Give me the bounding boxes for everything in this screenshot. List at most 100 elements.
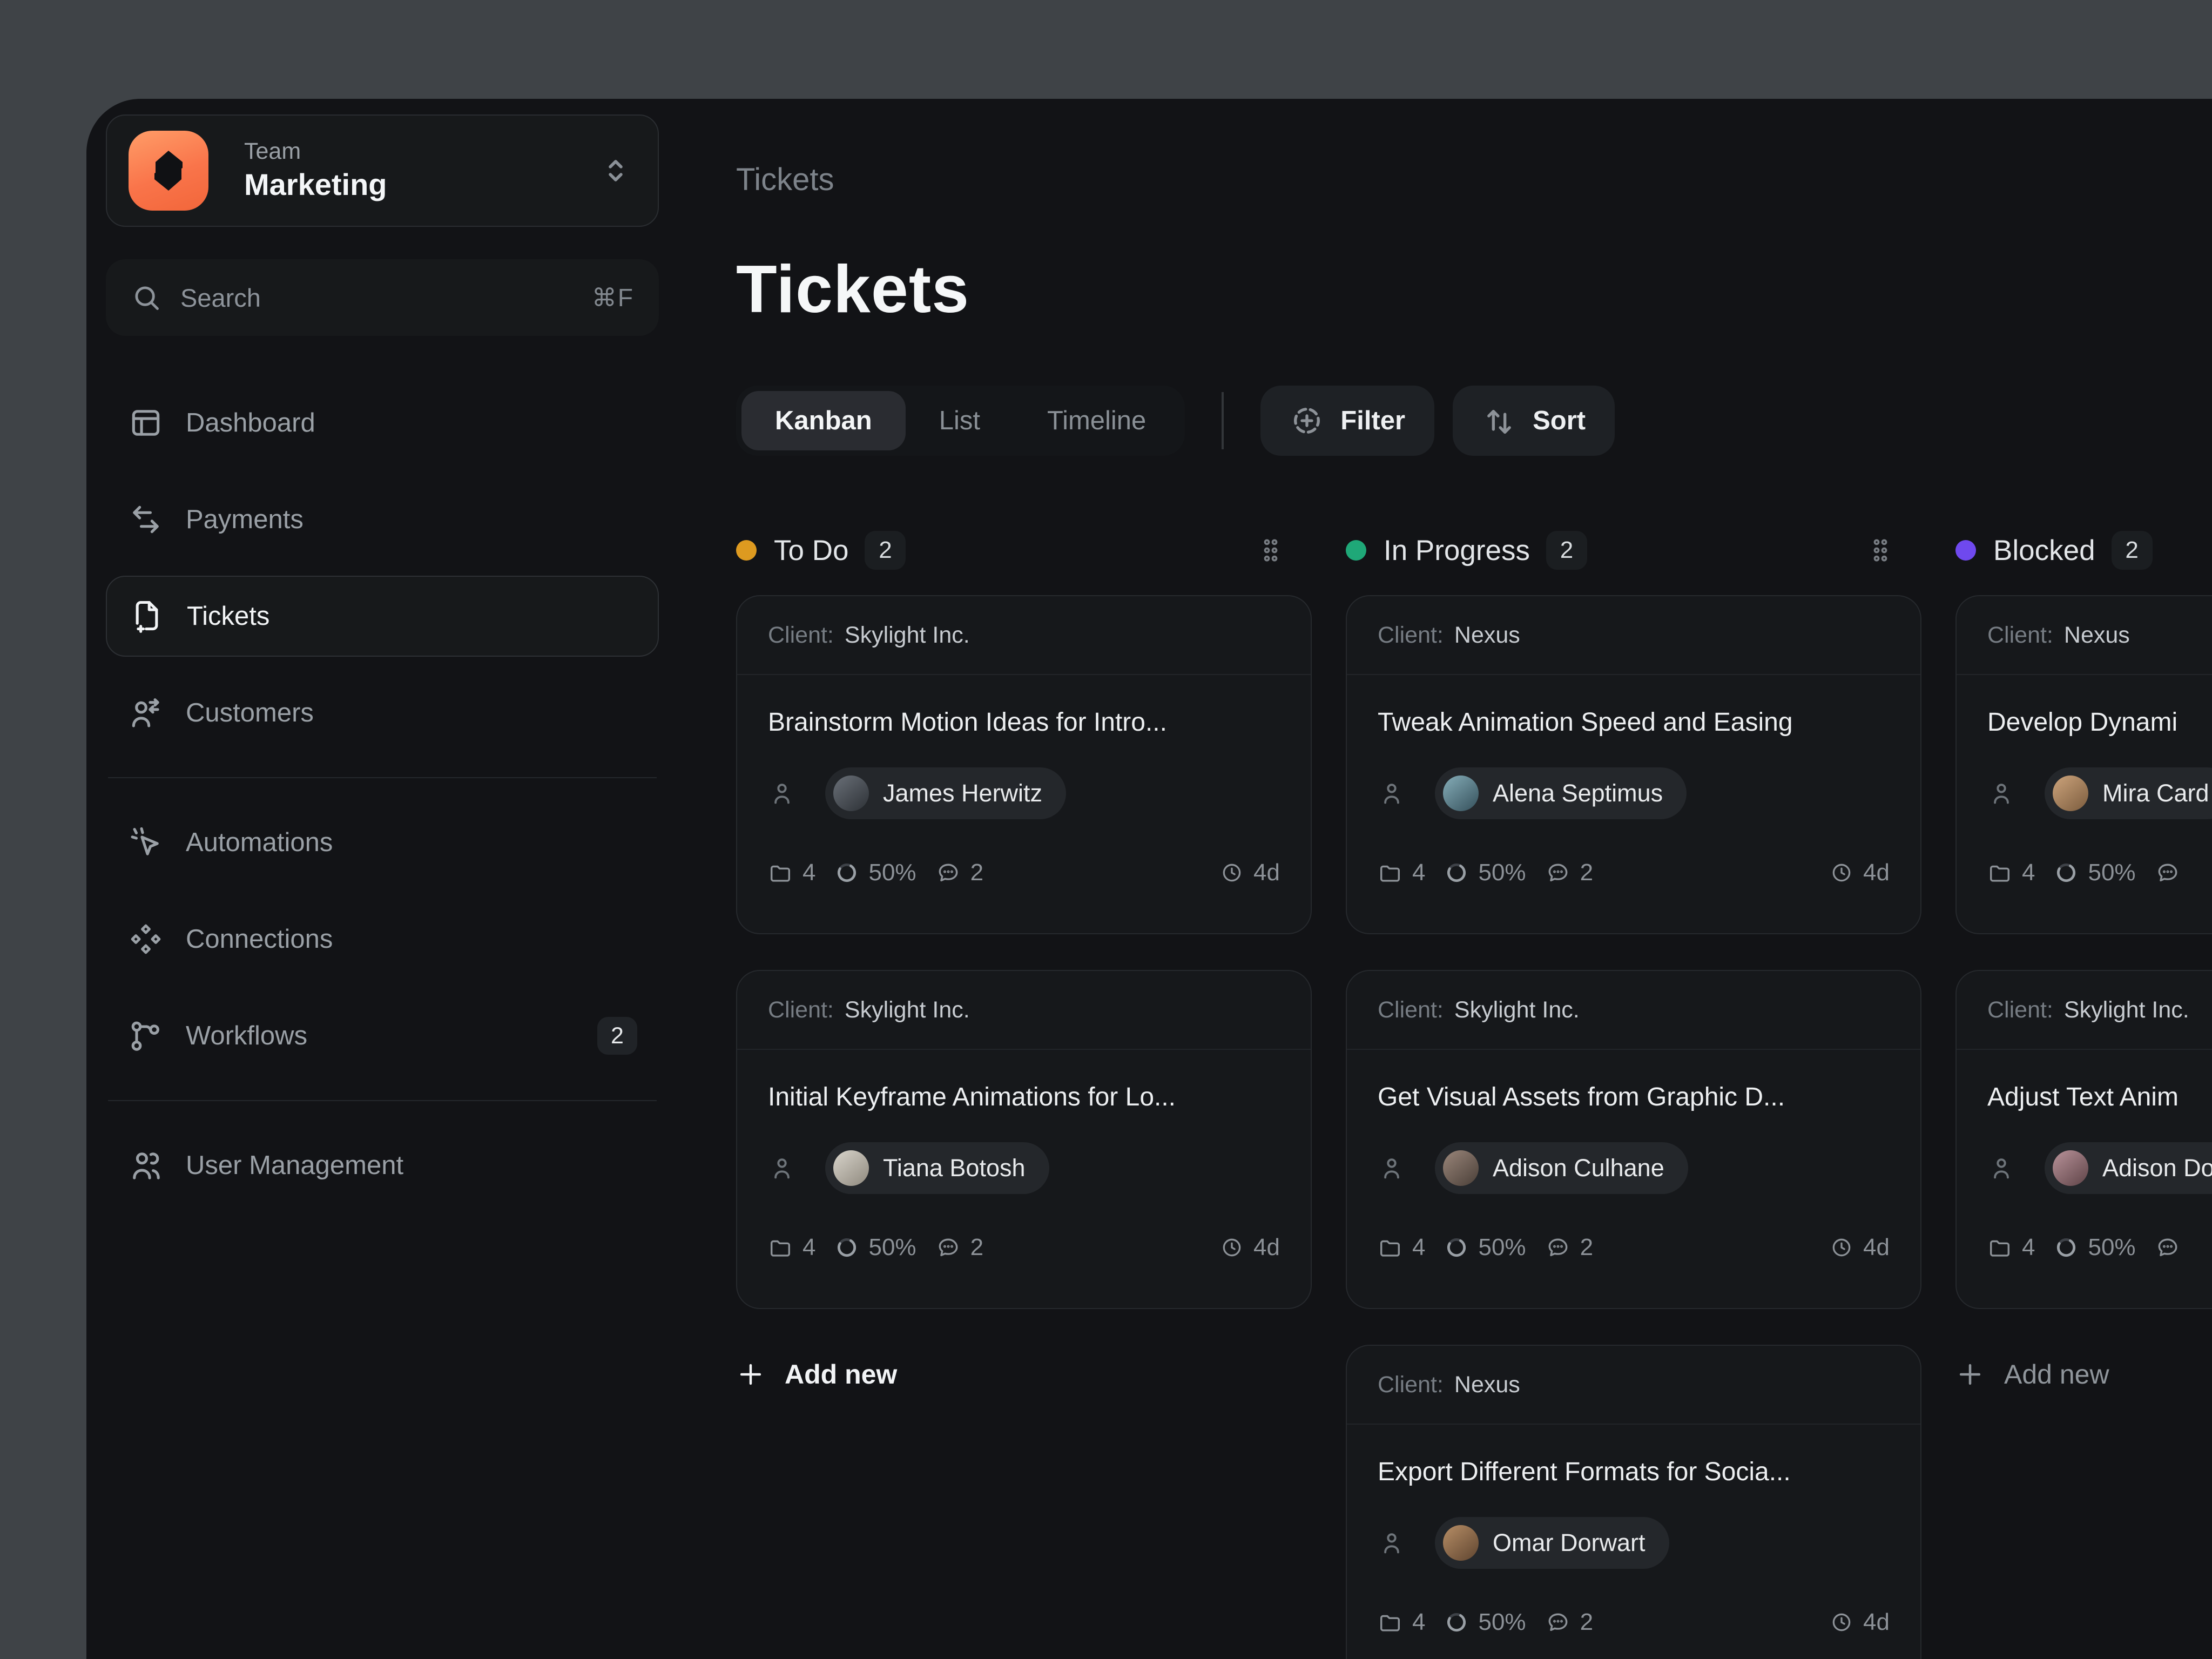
sidebar-item-workflows[interactable]: Workflows 2 — [106, 995, 659, 1076]
card-body: Develop Dynami Mira Card 4 50% — [1957, 675, 2212, 886]
progress-ring-icon — [1447, 1613, 1466, 1632]
sidebar-item-user-management[interactable]: User Management — [106, 1125, 659, 1206]
assignee-pill[interactable]: James Herwitz — [825, 767, 1067, 820]
card-stats: 4 50% — [1987, 859, 2212, 886]
card-title: Initial Keyframe Animations for Lo... — [768, 1083, 1176, 1112]
assignee-pill[interactable]: Adison Do — [2045, 1142, 2212, 1195]
assignee-name: James Herwitz — [883, 779, 1043, 807]
client-label: Client: — [768, 622, 834, 648]
client-name: Skylight Inc. — [2063, 996, 2189, 1023]
assignee-row: Tiana Botosh — [768, 1142, 1280, 1195]
client-name: Nexus — [1454, 1371, 1520, 1398]
client-label: Client: — [1987, 622, 2053, 648]
comments-count: 2 — [970, 859, 984, 886]
sidebar-item-label: Payments — [186, 505, 304, 534]
client-label: Client: — [1378, 1371, 1444, 1398]
progress-value: 50% — [1478, 1234, 1526, 1261]
progress-ring-icon — [1447, 864, 1466, 882]
drag-handle-icon[interactable] — [1865, 535, 1896, 565]
assignee-pill[interactable]: Alena Septimus — [1435, 767, 1687, 820]
progress-value: 50% — [868, 859, 916, 886]
avatar — [2053, 1150, 2088, 1186]
add-new-button[interactable]: Add new — [1955, 1359, 2212, 1390]
card-client-row: Client: Nexus — [1347, 1346, 1920, 1425]
tab-kanban[interactable]: Kanban — [741, 391, 906, 451]
sidebar-item-label: Customers — [186, 698, 314, 727]
sidebar-item-payments[interactable]: Payments — [106, 479, 659, 560]
column-title: To Do — [774, 534, 849, 567]
sidebar-item-tickets[interactable]: Tickets — [106, 576, 659, 657]
files-stat: 4 — [1987, 859, 2035, 886]
sort-button[interactable]: Sort — [1453, 386, 1615, 456]
sidebar-item-label: Workflows — [186, 1021, 308, 1050]
dashboard-icon — [132, 410, 160, 436]
progress-ring-icon — [2057, 864, 2076, 882]
team-selector[interactable]: Team Marketing — [106, 114, 659, 227]
ticket-card[interactable]: Client: Nexus Tweak Animation Speed and … — [1346, 595, 1921, 935]
avatar — [833, 775, 869, 812]
client-label: Client: — [1987, 996, 2053, 1023]
assignee-pill[interactable]: Mira Card — [2045, 767, 2212, 820]
avatar — [1443, 1525, 1479, 1561]
drag-handle-icon[interactable] — [1256, 535, 1286, 565]
connections-icon — [131, 924, 161, 954]
sidebar-item-connections[interactable]: Connections — [106, 899, 659, 980]
sidebar-item-dashboard[interactable]: Dashboard — [106, 382, 659, 463]
customers-icon — [132, 698, 159, 727]
ticket-card[interactable]: Client: Nexus Export Different Formats f… — [1346, 1345, 1921, 1659]
files-count: 4 — [1412, 1234, 1426, 1261]
files-count: 4 — [2022, 859, 2035, 886]
files-stat: 4 — [1987, 1234, 2035, 1261]
comment-icon — [1548, 1614, 1568, 1631]
card-stats: 4 50% 2 4d — [1378, 1609, 1890, 1636]
person-icon — [1384, 1533, 1399, 1554]
app-panel: Team Marketing Search ⌘F Dashboard Payme… — [86, 99, 2212, 1659]
files-count: 4 — [2022, 1234, 2035, 1261]
client-name: Nexus — [1454, 622, 1520, 648]
client-label: Client: — [768, 996, 834, 1023]
team-name: Marketing — [244, 167, 387, 201]
folder-icon — [1380, 866, 1400, 882]
card-body: Get Visual Assets from Graphic D... Adis… — [1347, 1050, 1920, 1261]
tab-list[interactable]: List — [906, 391, 1014, 450]
comment-icon — [939, 864, 958, 882]
ticket-card[interactable]: Client: Skylight Inc. Initial Keyframe A… — [736, 970, 1312, 1310]
search-input[interactable]: Search ⌘F — [106, 259, 659, 336]
sidebar-item-automations[interactable]: Automations — [106, 802, 659, 883]
assignee-pill[interactable]: Adison Culhane — [1435, 1142, 1688, 1195]
column-blocked: Client: Nexus Develop Dynami Mira Card 4… — [1955, 595, 2212, 1659]
clock-icon — [1223, 1239, 1241, 1257]
add-new-button[interactable]: Add new — [736, 1359, 1312, 1390]
tab-timeline[interactable]: Timeline — [1014, 391, 1179, 450]
card-title: Adjust Text Anim — [1987, 1083, 2179, 1112]
sidebar-item-customers[interactable]: Customers — [106, 672, 659, 753]
filter-button[interactable]: Filter — [1260, 386, 1435, 456]
ticket-card[interactable]: Client: Nexus Develop Dynami Mira Card 4… — [1955, 595, 2212, 935]
ticket-card[interactable]: Client: Skylight Inc. Brainstorm Motion … — [736, 595, 1312, 935]
due-stat: 4d — [1830, 1234, 1890, 1261]
files-stat: 4 — [1378, 859, 1425, 886]
plus-icon — [740, 1364, 761, 1385]
breadcrumb: Tickets — [736, 162, 834, 197]
assignee-pill[interactable]: Omar Dorwart — [1435, 1517, 1669, 1569]
files-stat: 4 — [768, 859, 815, 886]
card-client-row: Client: Skylight Inc. — [1347, 971, 1920, 1050]
ticket-card[interactable]: Client: Skylight Inc. Adjust Text Anim A… — [1955, 970, 2212, 1310]
clock-icon — [1832, 864, 1851, 882]
progress-value: 50% — [868, 1234, 916, 1261]
assignee-pill[interactable]: Tiana Botosh — [825, 1142, 1049, 1195]
comment-icon — [2158, 1239, 2177, 1257]
person-icon — [1384, 1158, 1399, 1179]
assignee-name: Omar Dorwart — [1493, 1529, 1645, 1557]
ticket-card[interactable]: Client: Skylight Inc. Get Visual Assets … — [1346, 970, 1921, 1310]
files-count: 4 — [802, 859, 816, 886]
folder-icon — [1380, 1615, 1400, 1632]
users-icon — [133, 1152, 160, 1179]
team-logo-icon — [129, 131, 208, 211]
due-value: 4d — [1863, 1234, 1890, 1261]
progress-stat: 50% — [835, 1234, 916, 1261]
card-title: Tweak Animation Speed and Easing — [1378, 708, 1793, 737]
card-stats: 4 50% 2 4d — [1378, 859, 1890, 886]
column-in-progress: Client: Nexus Tweak Animation Speed and … — [1346, 595, 1921, 1659]
comment-icon — [1548, 1239, 1568, 1257]
